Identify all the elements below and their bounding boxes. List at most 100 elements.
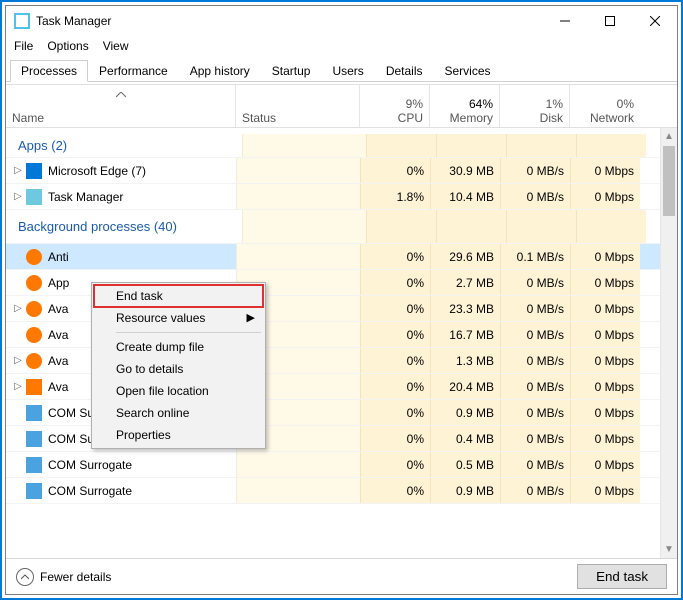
fewer-details-icon[interactable] [16, 568, 34, 586]
col-disk-label: Disk [506, 111, 563, 125]
tm-icon [26, 189, 42, 205]
ctx-resource-values-label: Resource values [116, 311, 205, 325]
group-header[interactable]: Apps (2) [6, 128, 660, 158]
tab-startup[interactable]: Startup [261, 60, 322, 82]
ctx-search-online[interactable]: Search online [94, 402, 263, 424]
tab-performance[interactable]: Performance [88, 60, 179, 82]
maximize-button[interactable] [587, 6, 632, 36]
cell-status [236, 478, 360, 503]
cell-disk [506, 134, 576, 157]
cell-net: 0 Mbps [570, 400, 640, 425]
cell-net: 0 Mbps [570, 270, 640, 295]
expand-icon[interactable]: ▷ [12, 381, 24, 392]
cell-net: 0 Mbps [570, 296, 640, 321]
cell-net: 0 Mbps [570, 426, 640, 451]
tab-users[interactable]: Users [321, 60, 374, 82]
cell-net: 0 Mbps [570, 374, 640, 399]
process-name: Ava [48, 302, 68, 316]
vertical-scrollbar[interactable]: ▲ ▼ [660, 128, 677, 558]
ctx-separator [116, 332, 261, 333]
cell-disk: 0 MB/s [500, 426, 570, 451]
ctx-properties[interactable]: Properties [94, 424, 263, 446]
process-name: Task Manager [48, 190, 123, 204]
process-row[interactable]: ▷Task Manager1.8%10.4 MB0 MB/s0 Mbps [6, 184, 660, 210]
cell-status [236, 158, 360, 183]
cell-mem: 29.6 MB [430, 244, 500, 269]
cell-disk: 0 MB/s [500, 400, 570, 425]
com-icon [26, 483, 42, 499]
cell-cpu [366, 134, 436, 157]
ctx-resource-values[interactable]: Resource values ▶ [94, 307, 263, 329]
end-task-button[interactable]: End task [577, 564, 667, 589]
ctx-end-task[interactable]: End task [94, 285, 263, 307]
cell-mem: 0.9 MB [430, 478, 500, 503]
column-headers: Name Status 9% CPU 64% Memory 1% Disk 0%… [6, 84, 677, 128]
cell-cpu [366, 210, 436, 243]
scroll-thumb[interactable] [663, 146, 675, 216]
expand-icon[interactable]: ▷ [12, 303, 24, 314]
col-memory-label: Memory [436, 111, 493, 125]
cell-net: 0 Mbps [570, 452, 640, 477]
cell-disk: 0 MB/s [500, 158, 570, 183]
sort-indicator-icon [116, 87, 126, 101]
process-name: App [48, 276, 69, 290]
scroll-up-button[interactable]: ▲ [661, 128, 677, 145]
col-memory[interactable]: 64% Memory [430, 85, 500, 127]
tab-details[interactable]: Details [375, 60, 434, 82]
process-name: Anti [48, 250, 69, 264]
cell-status [242, 134, 366, 157]
cell-net: 0 Mbps [570, 322, 640, 347]
cell-mem: 16.7 MB [430, 322, 500, 347]
cell-name: Anti [6, 244, 236, 269]
ctx-create-dump[interactable]: Create dump file [94, 336, 263, 358]
app-icon [14, 13, 30, 29]
cell-status [236, 244, 360, 269]
col-network[interactable]: 0% Network [570, 85, 640, 127]
cell-cpu: 1.8% [360, 184, 430, 209]
process-name: Microsoft Edge (7) [48, 164, 146, 178]
process-row[interactable]: ▷Microsoft Edge (7)0%30.9 MB0 MB/s0 Mbps [6, 158, 660, 184]
col-name-label: Name [12, 111, 229, 125]
col-status[interactable]: Status [236, 85, 360, 127]
process-row[interactable]: COM Surrogate0%0.5 MB0 MB/s0 Mbps [6, 452, 660, 478]
cell-net [576, 210, 646, 243]
cell-name: COM Surrogate [6, 478, 236, 503]
avast-icon [26, 249, 42, 265]
cell-disk: 0.1 MB/s [500, 244, 570, 269]
menu-options[interactable]: Options [47, 39, 88, 53]
menu-view[interactable]: View [103, 39, 129, 53]
cell-cpu: 0% [360, 478, 430, 503]
process-row[interactable]: COM Surrogate0%0.9 MB0 MB/s0 Mbps [6, 478, 660, 504]
tab-processes[interactable]: Processes [10, 60, 88, 82]
cell-cpu: 0% [360, 296, 430, 321]
process-name: COM Surrogate [48, 484, 132, 498]
col-cpu[interactable]: 9% CPU [360, 85, 430, 127]
col-memory-pct: 64% [436, 97, 493, 111]
tab-services[interactable]: Services [434, 60, 502, 82]
ctx-goto-details[interactable]: Go to details [94, 358, 263, 380]
tab-app-history[interactable]: App history [179, 60, 261, 82]
cell-cpu: 0% [360, 348, 430, 373]
cell-name: ▷ Task Manager [6, 184, 236, 209]
ctx-open-location[interactable]: Open file location [94, 380, 263, 402]
cell-cpu: 0% [360, 322, 430, 347]
fewer-details-link[interactable]: Fewer details [40, 570, 111, 584]
scroll-down-button[interactable]: ▼ [661, 541, 677, 558]
expand-icon[interactable]: ▷ [12, 165, 24, 176]
cell-mem [436, 134, 506, 157]
cell-disk: 0 MB/s [500, 374, 570, 399]
menu-file[interactable]: File [14, 39, 33, 53]
col-name[interactable]: Name [6, 85, 236, 127]
col-disk-pct: 1% [506, 97, 563, 111]
process-name: Ava [48, 354, 68, 368]
minimize-button[interactable] [542, 6, 587, 36]
group-header[interactable]: Background processes (40) [6, 210, 660, 244]
close-button[interactable] [632, 6, 677, 36]
expand-icon[interactable]: ▷ [12, 355, 24, 366]
expand-icon[interactable]: ▷ [12, 191, 24, 202]
avast-icon [26, 301, 42, 317]
cell-status [236, 452, 360, 477]
cell-net: 0 Mbps [570, 348, 640, 373]
process-row[interactable]: Anti0%29.6 MB0.1 MB/s0 Mbps [6, 244, 660, 270]
col-disk[interactable]: 1% Disk [500, 85, 570, 127]
